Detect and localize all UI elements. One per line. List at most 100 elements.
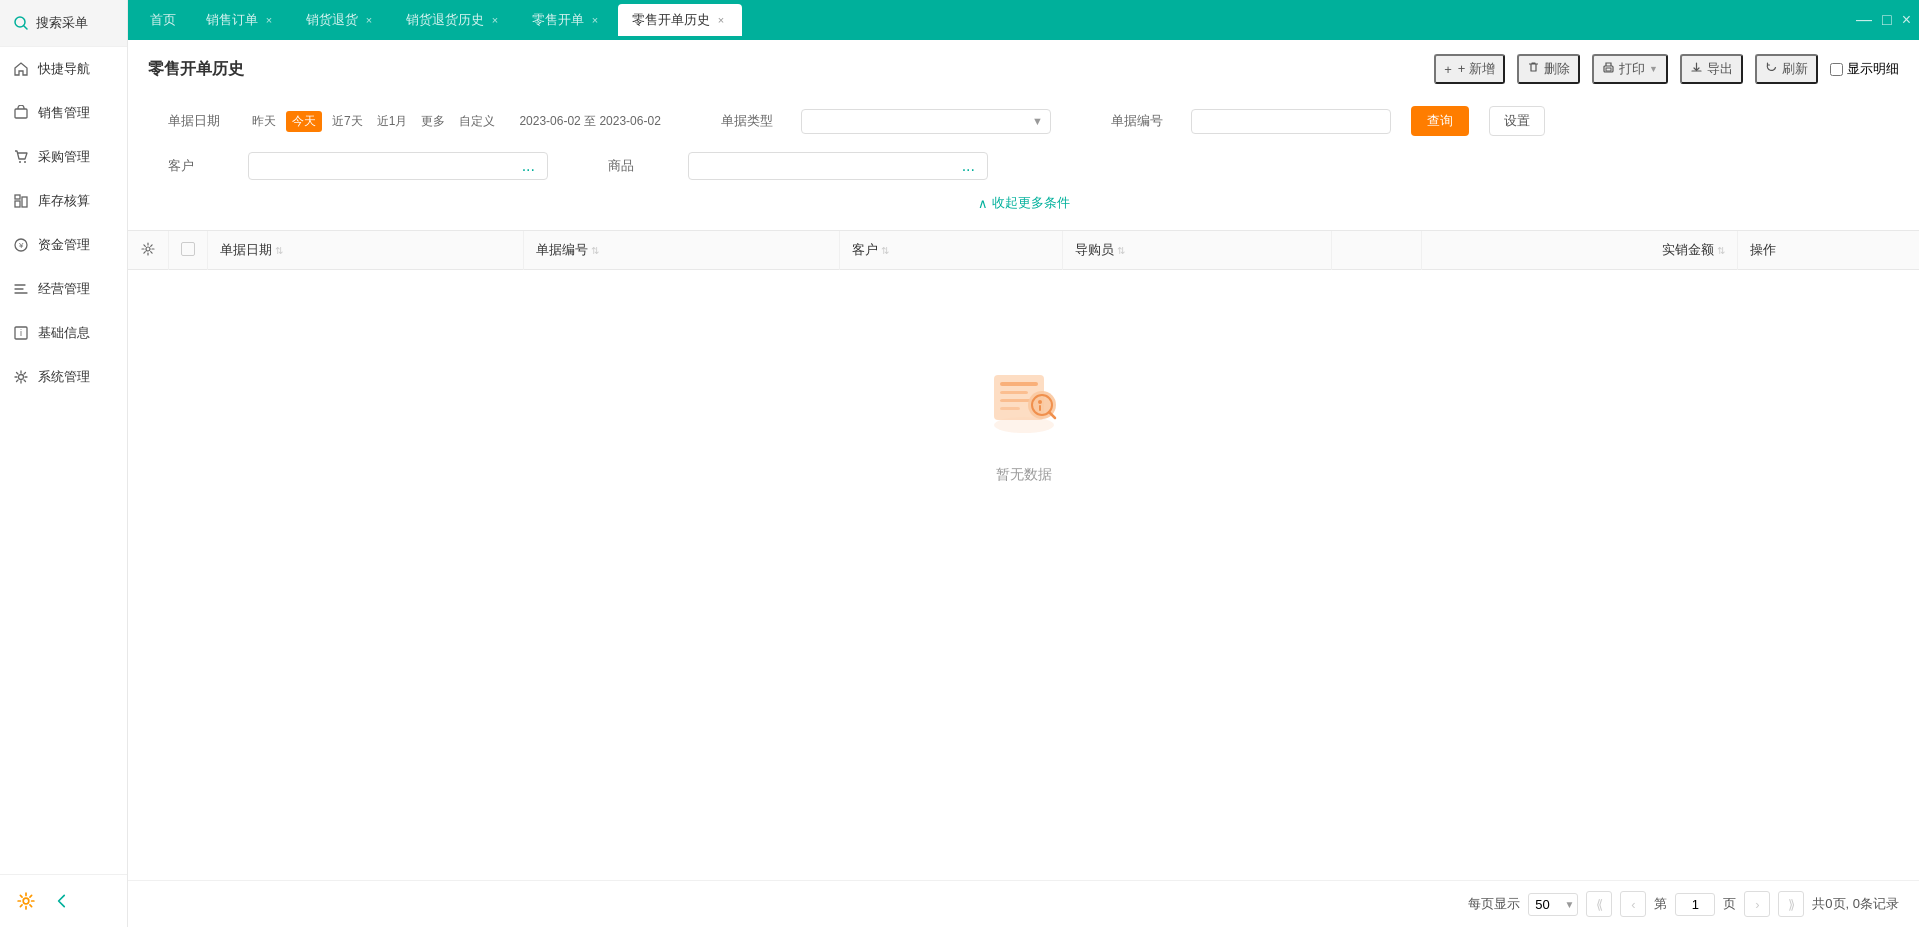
select-all-checkbox[interactable] xyxy=(181,242,195,256)
sidebar-item-label: 快捷导航 xyxy=(38,60,90,78)
tab-sales-return-history[interactable]: 销货退货历史 × xyxy=(392,4,516,36)
print-button[interactable]: 打印 ▼ xyxy=(1592,54,1668,84)
pagination-next-btn[interactable]: › xyxy=(1744,891,1770,917)
tab-retail-open-close[interactable]: × xyxy=(588,13,602,27)
date-filter-label: 单据日期 xyxy=(168,112,228,130)
svg-point-16 xyxy=(146,247,150,251)
settings-col-icon xyxy=(141,244,155,259)
doc-type-select-wrapper: ▼ xyxy=(801,109,1051,134)
product-input-wrapper: ... xyxy=(688,152,988,180)
sidebar-item-sales-mgmt[interactable]: 销售管理 xyxy=(0,91,127,135)
pagination-first-btn[interactable]: ⟪ xyxy=(1586,891,1612,917)
doc-type-select[interactable] xyxy=(801,109,1051,134)
date-today[interactable]: 今天 xyxy=(286,111,322,132)
sort-doc-date-icon: ⇅ xyxy=(275,245,283,256)
inventory-icon xyxy=(12,192,30,210)
window-restore-btn[interactable]: □ xyxy=(1882,11,1892,29)
th-doc-no[interactable]: 单据编号 ⇅ xyxy=(523,231,839,270)
sort-guide-icon: ⇅ xyxy=(1117,245,1125,256)
delete-label: 删除 xyxy=(1544,60,1570,78)
settings-filter-button[interactable]: 设置 xyxy=(1489,106,1545,136)
th-guide-sort: 导购员 ⇅ xyxy=(1075,241,1125,259)
display-detail-label: 显示明细 xyxy=(1847,60,1899,78)
customer-dots-btn[interactable]: ... xyxy=(518,157,539,175)
collapse-sidebar-icon[interactable] xyxy=(48,887,76,915)
th-customer[interactable]: 客户 ⇅ xyxy=(839,231,1062,270)
tab-sales-order-close[interactable]: × xyxy=(262,13,276,27)
svg-text:¥: ¥ xyxy=(18,241,24,250)
add-button[interactable]: + + 新增 xyxy=(1434,54,1505,84)
date-custom[interactable]: 自定义 xyxy=(455,111,499,132)
toolbar: + + 新增 删除 打印 ▼ xyxy=(1434,54,1899,84)
export-button[interactable]: 导出 xyxy=(1680,54,1743,84)
sort-amount-icon: ⇅ xyxy=(1717,245,1725,256)
tab-sales-order-label: 销售订单 xyxy=(206,11,258,29)
page-size-select[interactable]: 50 10 20 100 xyxy=(1528,893,1578,916)
th-settings[interactable] xyxy=(128,231,168,270)
sidebar-item-inventory[interactable]: 库存核算 xyxy=(0,179,127,223)
page-input[interactable] xyxy=(1675,893,1715,916)
sidebar-item-system[interactable]: 系统管理 xyxy=(0,355,127,399)
sidebar-item-purchase-mgmt[interactable]: 采购管理 xyxy=(0,135,127,179)
pagination-last-btn[interactable]: ⟫ xyxy=(1778,891,1804,917)
tab-sales-return-close[interactable]: × xyxy=(362,13,376,27)
filter-row-customer: 客户 ... 商品 ... xyxy=(168,144,1879,188)
sidebar-item-basic-info[interactable]: i 基础信息 xyxy=(0,311,127,355)
delete-button[interactable]: 删除 xyxy=(1517,54,1580,84)
page-header: 零售开单历史 + + 新增 删除 xyxy=(128,40,1919,231)
doc-type-label: 单据类型 xyxy=(721,112,781,130)
date-yesterday[interactable]: 昨天 xyxy=(248,111,280,132)
sort-doc-no-icon: ⇅ xyxy=(591,245,599,256)
sidebar-item-quick-nav[interactable]: 快捷导航 xyxy=(0,47,127,91)
tab-sales-order[interactable]: 销售订单 × xyxy=(192,4,290,36)
filter-area: 单据日期 昨天 今天 近7天 近1月 更多 自定义 2023-06-02 至 2… xyxy=(148,98,1899,230)
date-last7[interactable]: 近7天 xyxy=(328,111,367,132)
customer-input[interactable] xyxy=(257,159,518,174)
th-checkbox[interactable] xyxy=(168,231,207,270)
tab-home[interactable]: 首页 xyxy=(136,4,190,36)
refresh-label: 刷新 xyxy=(1782,60,1808,78)
pagination: 每页显示 50 10 20 100 ▼ ⟪ ‹ 第 页 › ⟫ 共0页, 0条记… xyxy=(128,880,1919,927)
home-icon xyxy=(12,60,30,78)
pagination-prev-btn[interactable]: ‹ xyxy=(1620,891,1646,917)
display-detail-input[interactable] xyxy=(1830,63,1843,76)
collapse-filter-btn[interactable]: ∧ 收起更多条件 xyxy=(168,188,1879,218)
refresh-button[interactable]: 刷新 xyxy=(1755,54,1818,84)
date-more[interactable]: 更多 xyxy=(417,111,449,132)
tab-retail-open-history-close[interactable]: × xyxy=(714,13,728,27)
settings-bottom-icon[interactable] xyxy=(12,887,40,915)
sidebar-search[interactable]: 搜索采单 xyxy=(0,0,127,47)
tab-retail-open[interactable]: 零售开单 × xyxy=(518,4,616,36)
th-doc-date-sort: 单据日期 ⇅ xyxy=(220,241,283,259)
window-minimize-btn[interactable]: — xyxy=(1856,11,1872,29)
sidebar-item-finance[interactable]: ¥ 资金管理 xyxy=(0,223,127,267)
product-dots-btn[interactable]: ... xyxy=(958,157,979,175)
query-button[interactable]: 查询 xyxy=(1411,106,1469,136)
th-amount[interactable]: 实销金额 ⇅ xyxy=(1421,231,1737,270)
export-icon xyxy=(1690,61,1703,77)
tab-sales-return-history-close[interactable]: × xyxy=(488,13,502,27)
th-doc-date-label: 单据日期 xyxy=(220,241,272,259)
sidebar-item-operations[interactable]: 经营管理 xyxy=(0,267,127,311)
page-title-row: 零售开单历史 + + 新增 删除 xyxy=(148,54,1899,84)
th-guide[interactable]: 导购员 ⇅ xyxy=(1062,231,1331,270)
collapse-icon: ∧ xyxy=(978,196,988,211)
svg-point-12 xyxy=(19,375,24,380)
sidebar-item-label: 资金管理 xyxy=(38,236,90,254)
date-last-month[interactable]: 近1月 xyxy=(373,111,412,132)
doc-no-input[interactable] xyxy=(1191,109,1391,134)
svg-rect-15 xyxy=(1606,68,1611,71)
page-title: 零售开单历史 xyxy=(148,59,244,80)
th-doc-date[interactable]: 单据日期 ⇅ xyxy=(207,231,523,270)
date-range-display: 2023-06-02 至 2023-06-02 xyxy=(519,113,660,130)
tab-sales-return[interactable]: 销货退货 × xyxy=(292,4,390,36)
th-customer-label: 客户 xyxy=(852,241,878,259)
sidebar-item-label: 销售管理 xyxy=(38,104,90,122)
window-close-btn[interactable]: × xyxy=(1902,11,1911,29)
product-input[interactable] xyxy=(697,159,958,174)
doc-no-label: 单据编号 xyxy=(1111,112,1171,130)
svg-point-13 xyxy=(23,898,29,904)
tab-retail-open-history[interactable]: 零售开单历史 × xyxy=(618,4,742,36)
sales-icon xyxy=(12,104,30,122)
display-detail-checkbox[interactable]: 显示明细 xyxy=(1830,60,1899,78)
